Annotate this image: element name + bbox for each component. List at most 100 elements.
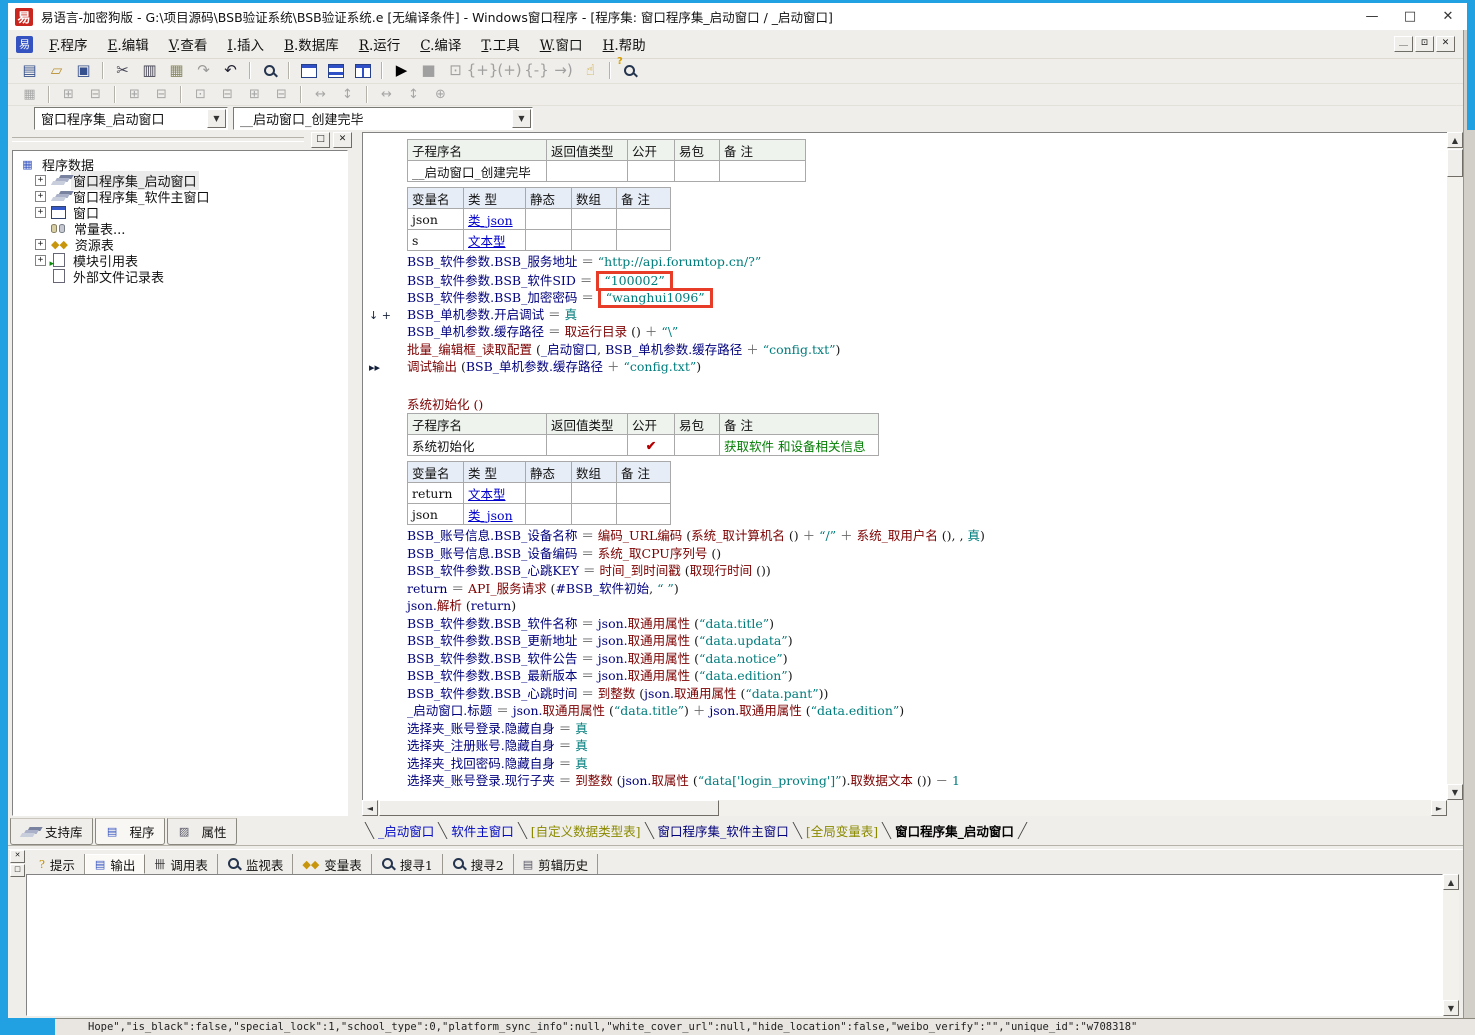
copy-button[interactable]: ▥ [137,60,162,81]
output-tab-clip-history[interactable]: ▤ 剪辑历史 [514,854,599,874]
variable-type-cell[interactable]: 类_json [463,208,526,230]
column-header[interactable]: 备 注 [616,461,671,483]
maximize-button[interactable]: □ [1391,9,1429,24]
subroutine-name-cell[interactable]: __启动窗口_创建完毕 [407,160,547,182]
remark-cell[interactable] [616,503,671,525]
left-tab-属性[interactable]: ▨ 属性 [166,818,237,845]
file-tab-2[interactable]: [自定义数据类型表] [526,819,646,842]
window-tile-button[interactable] [296,60,321,81]
file-tab-5[interactable]: 窗口程序集_启动窗口 [890,819,1019,842]
column-header[interactable]: 静态 [525,461,572,483]
variable-type-cell[interactable]: 类_json [463,503,526,525]
tree-expander[interactable]: + [35,254,46,266]
array-cell[interactable] [571,503,617,525]
column-header[interactable]: 静态 [525,187,572,209]
code-line[interactable]: 批量_编辑框_读取配置 (_启动窗口, BSB_单机参数.缓存路径 ＋ “con… [407,341,1439,359]
column-header[interactable]: 变量名 [407,187,464,209]
variable-type-link[interactable]: 类_json [468,213,513,228]
column-header[interactable]: 公开 [627,413,675,435]
column-header[interactable]: 子程序名 [407,413,547,435]
tree-expander[interactable]: + [35,190,46,202]
window-split-button[interactable] [323,60,348,81]
scroll-up-button[interactable]: ▲ [1443,874,1459,890]
dock-maximize-button[interactable]: □ [311,131,330,148]
menu-item-r[interactable]: R.运行 [349,31,410,57]
save-file-button[interactable]: ▣ [71,60,96,81]
scroll-down-button[interactable]: ▼ [1443,1000,1459,1016]
column-header[interactable]: 返回值类型 [546,139,628,161]
code-line[interactable]: 选择夹_账号登录.隐藏自身 ＝ 真 [407,720,1439,738]
scrollbar-thumb[interactable] [1447,149,1463,177]
code-line[interactable]: 选择夹_注册账号.隐藏自身 ＝ 真 [407,737,1439,755]
column-header[interactable]: 类 型 [463,461,526,483]
code-line[interactable]: ▸▸ 调试输出 (BSB_单机参数.缓存路径 ＋ “config.txt”) [369,358,1439,376]
editor-vertical-scrollbar[interactable]: ▲ ▼ [1447,132,1463,800]
menu-item-i[interactable]: I.插入 [217,31,274,57]
output-tab-search-1[interactable]: 搜寻1 [372,854,443,874]
column-header[interactable]: 数组 [571,461,617,483]
code-line[interactable]: BSB_软件参数.BSB_软件公告 ＝ json.取通用属性 (“data.no… [407,650,1439,668]
new-file-button[interactable]: ▤ [17,60,42,81]
menu-item-e[interactable]: E.编辑 [98,31,159,57]
column-header[interactable]: 子程序名 [407,139,547,161]
subroutine-name-cell[interactable]: 系统初始化 [407,434,547,456]
output-tab-help[interactable]: ? 提示 [30,854,85,874]
find-button[interactable] [257,60,282,81]
static-cell[interactable] [525,482,572,504]
menu-item-v[interactable]: V.查看 [159,31,218,57]
scroll-down-button[interactable]: ▼ [1447,784,1463,800]
code-line[interactable]: BSB_账号信息.BSB_设备名称 ＝ 编码_URL编码 (系统_取计算机名 (… [407,527,1439,545]
file-tab-0[interactable]: _启动窗口 [373,819,439,842]
code-line[interactable]: BSB_软件参数.BSB_心跳时间 ＝ 到整数 (json.取通用属性 (“da… [407,685,1439,703]
assembly-combobox[interactable]: 窗口程序集_启动窗口 ▼ [34,106,228,130]
remark-cell[interactable] [719,160,806,182]
variable-type-link[interactable]: 文本型 [468,234,506,249]
variable-type-cell[interactable]: 文本型 [463,229,526,251]
run-button[interactable]: ▶ [389,60,414,81]
tree-item-3[interactable]: + 窗口 [15,204,345,222]
column-header[interactable]: 备 注 [719,413,879,435]
variable-type-link[interactable]: 类_json [468,508,513,523]
remark-cell[interactable] [616,482,671,504]
output-tab-calls[interactable]: 卌调用表 [145,854,218,874]
gutter-mark-icon[interactable]: ↓ + [369,307,405,325]
mdi-restore-button[interactable]: ⊡ [1415,36,1434,52]
left-tab-程序[interactable]: ▤ 程序 [94,818,165,845]
variable-type-link[interactable]: 文本型 [468,487,506,502]
file-tab-4[interactable]: [全局变量表] [801,819,883,842]
array-cell[interactable] [571,229,617,251]
output-restore-button[interactable]: □ [10,864,25,877]
column-header[interactable]: 公开 [627,139,675,161]
output-tab-watch[interactable]: 监视表 [218,854,294,874]
menu-item-h[interactable]: H.帮助 [593,31,656,57]
tree-item-2[interactable]: + 窗口程序集_软件主窗口 [15,188,345,206]
return-type-cell[interactable] [546,434,628,456]
menu-item-t[interactable]: T.工具 [471,31,529,57]
code-line[interactable]: return ＝ API_服务请求 (#BSB_软件初始, “ ”) [407,580,1439,598]
remark-cell[interactable]: 获取软件 和设备相关信息 [719,434,879,456]
return-type-cell[interactable] [546,160,628,182]
gutter-mark-icon[interactable]: ▸▸ [369,359,405,377]
scrollbar-thumb[interactable] [379,800,719,816]
column-header[interactable]: 易包 [674,139,720,161]
left-tab-支持库[interactable]: 支持库 [10,818,93,845]
chevron-down-icon[interactable]: ▼ [207,108,226,128]
epackage-cell[interactable] [674,160,720,182]
undo-button[interactable]: ↶ [218,60,243,81]
code-line[interactable]: BSB_软件参数.BSB_服务地址 ＝ “http://api.forumtop… [407,253,1439,271]
code-line[interactable]: BSB_软件参数.BSB_更新地址 ＝ json.取通用属性 (“data.up… [407,632,1439,650]
remark-cell[interactable] [616,229,671,251]
scroll-left-button[interactable]: ◄ [362,800,378,816]
code-line[interactable]: BSB_软件参数.BSB_心跳KEY ＝ 时间_到时间戳 (取现行时间 ()) [407,562,1439,580]
code-editor[interactable]: 子程序名 返回值类型 公开 易包备 注 __启动窗口_创建完毕 变量名类 型静态 数组备 注… [362,132,1447,800]
variable-type-cell[interactable]: 文本型 [463,482,526,504]
tree-expander[interactable]: + [35,206,46,218]
output-tab-vars[interactable]: ◆◆ 变量表 [293,854,372,874]
public-cell[interactable] [627,160,675,182]
output-tab-search-2[interactable]: 搜寻2 [443,854,514,874]
output-vertical-scrollbar[interactable]: ▲ ▼ [1443,874,1459,1016]
tree-item-4[interactable]: 常量表... [15,220,345,238]
pause-button[interactable]: ☝ [578,60,603,81]
remark-cell[interactable] [616,208,671,230]
mdi-close-button[interactable]: ✕ [1436,36,1455,52]
